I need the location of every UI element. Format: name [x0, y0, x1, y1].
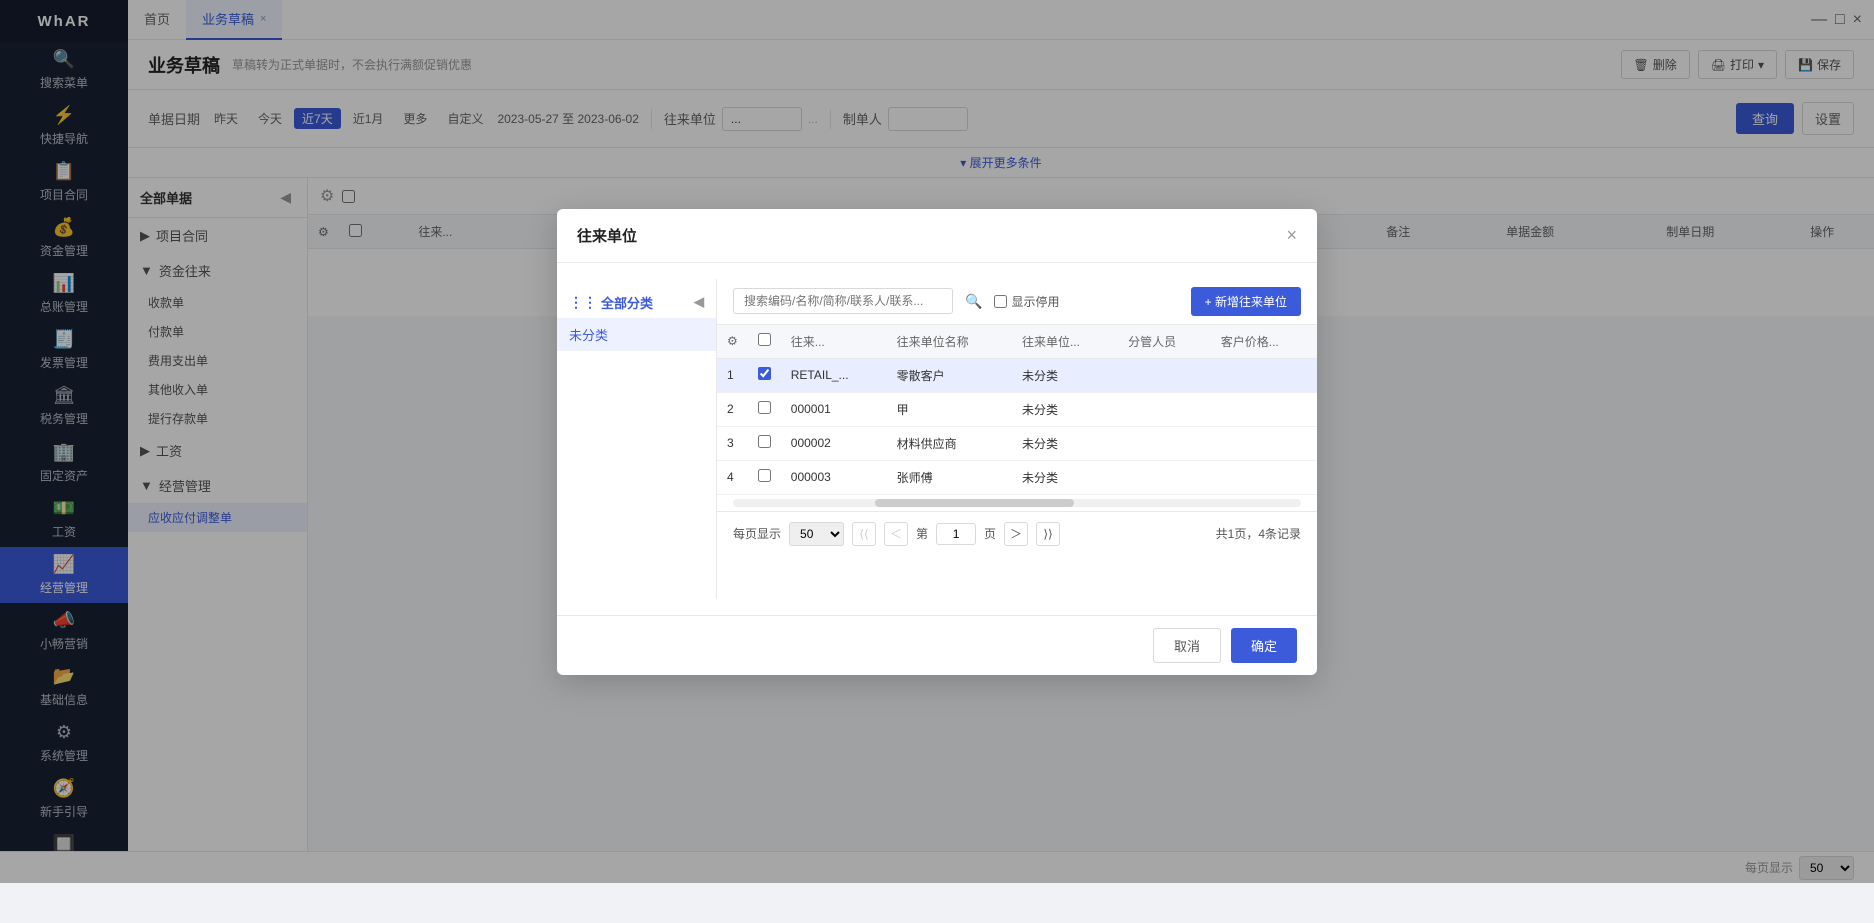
show-inactive-label: 显示停用 [994, 293, 1059, 310]
next-page-button[interactable]: ＞ [1004, 522, 1028, 546]
add-counterpart-button[interactable]: + 新增往来单位 [1191, 287, 1301, 316]
modal-col-name: 往来单位名称 [887, 325, 1012, 359]
row-manager [1118, 426, 1211, 460]
table-row[interactable]: 1 RETAIL_... 零散客户 未分类 [717, 358, 1317, 392]
row-index: 1 [717, 358, 748, 392]
modal-all-category[interactable]: 全部分类 [601, 293, 653, 312]
modal-footer: 取消 确定 [557, 615, 1317, 675]
show-inactive-checkbox[interactable] [994, 295, 1007, 308]
modal-search-input[interactable] [733, 288, 953, 314]
row-index: 2 [717, 392, 748, 426]
modal-split: ⋮⋮ 全部分类 ◀ 未分类 🔍 显示停用 + 新增往来单位 [557, 279, 1317, 599]
modal-table: ⚙ 往来... 往来单位名称 往来单位... 分管人员 客户价格... [717, 325, 1317, 495]
modal-collapse-icon[interactable]: ◀ [694, 294, 704, 310]
modal-scrollbar[interactable] [733, 499, 1301, 507]
row-category: 未分类 [1012, 460, 1118, 494]
row-category: 未分类 [1012, 426, 1118, 460]
confirm-button[interactable]: 确定 [1231, 628, 1297, 663]
modal-left-header: ⋮⋮ 全部分类 ◀ [557, 287, 716, 318]
table-row[interactable]: 2 000001 甲 未分类 [717, 392, 1317, 426]
row-name: 张师傅 [887, 460, 1012, 494]
per-page-label: 每页显示 [733, 525, 781, 542]
prev-page-button[interactable]: ＜ [884, 522, 908, 546]
row-manager [1118, 358, 1211, 392]
row-code: 000002 [781, 426, 887, 460]
modal-left-unclassified[interactable]: 未分类 [557, 318, 716, 351]
per-page-select[interactable]: 50 20 100 [789, 522, 844, 546]
page-label-pre: 第 [916, 525, 928, 542]
modal-col-settings: ⚙ [717, 325, 748, 359]
modal-title: 往来单位 [577, 225, 637, 246]
row-checkbox[interactable] [748, 460, 781, 494]
row-checkbox[interactable] [748, 392, 781, 426]
first-page-button[interactable]: ⟨⟨ [852, 522, 876, 546]
total-records: 共1页，4条记录 [1216, 525, 1301, 542]
row-name: 材料供应商 [887, 426, 1012, 460]
row-code: RETAIL_... [781, 358, 887, 392]
row-category: 未分类 [1012, 358, 1118, 392]
table-row[interactable]: 3 000002 材料供应商 未分类 [717, 426, 1317, 460]
modal-table-container: ⚙ 往来... 往来单位名称 往来单位... 分管人员 客户价格... [717, 325, 1317, 495]
row-manager [1118, 392, 1211, 426]
modal-search-bar: 🔍 显示停用 + 新增往来单位 [717, 279, 1317, 325]
modal-search-icon: 🔍 [965, 293, 982, 310]
row-checkbox[interactable] [748, 358, 781, 392]
modal-body: ⋮⋮ 全部分类 ◀ 未分类 🔍 显示停用 + 新增往来单位 [557, 263, 1317, 615]
modal-close-button[interactable]: × [1286, 226, 1297, 244]
modal-counterpart: 往来单位 × ⋮⋮ 全部分类 ◀ 未分类 🔍 [557, 209, 1317, 675]
modal-scrollbar-thumb [875, 499, 1074, 507]
modal-col-code: 往来... [781, 325, 887, 359]
row-price [1211, 426, 1317, 460]
row-category: 未分类 [1012, 392, 1118, 426]
modal-left-panel: ⋮⋮ 全部分类 ◀ 未分类 [557, 279, 717, 599]
page-number-input[interactable] [936, 523, 976, 545]
grid-icon: ⋮⋮ [569, 294, 597, 311]
modal-select-all[interactable] [758, 333, 771, 346]
last-page-button[interactable]: ⟩⟩ [1036, 522, 1060, 546]
modal-col-price: 客户价格... [1211, 325, 1317, 359]
row-index: 3 [717, 426, 748, 460]
row-price [1211, 460, 1317, 494]
row-index: 4 [717, 460, 748, 494]
row-name: 甲 [887, 392, 1012, 426]
modal-header: 往来单位 × [557, 209, 1317, 263]
row-code: 000001 [781, 392, 887, 426]
modal-col-type: 往来单位... [1012, 325, 1118, 359]
modal-right-panel: 🔍 显示停用 + 新增往来单位 ⚙ 往来... [717, 279, 1317, 599]
row-price [1211, 392, 1317, 426]
row-manager [1118, 460, 1211, 494]
modal-pagination: 每页显示 50 20 100 ⟨⟨ ＜ 第 页 ＞ ⟩⟩ 共1页，4条记录 [717, 511, 1317, 556]
row-checkbox[interactable] [748, 426, 781, 460]
table-row[interactable]: 4 000003 张师傅 未分类 [717, 460, 1317, 494]
row-name: 零散客户 [887, 358, 1012, 392]
page-label-post: 页 [984, 525, 996, 542]
modal-col-manager: 分管人员 [1118, 325, 1211, 359]
row-price [1211, 358, 1317, 392]
row-code: 000003 [781, 460, 887, 494]
cancel-button[interactable]: 取消 [1153, 628, 1221, 663]
modal-col-checkbox [748, 325, 781, 359]
